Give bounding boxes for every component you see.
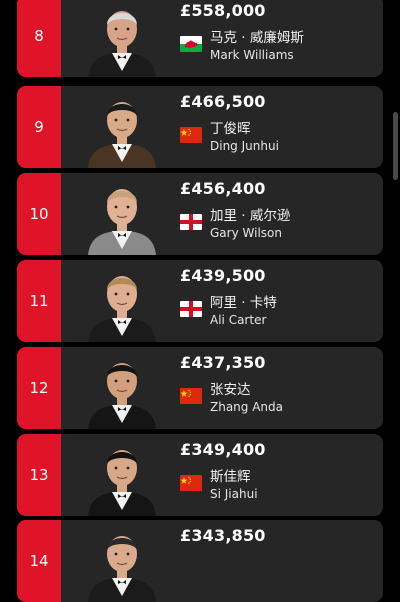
player-row[interactable]: 8 £558,000 马克 · 威廉姆斯 Mark Williams — [17, 0, 383, 77]
rank-badge: 14 — [17, 520, 61, 602]
wales-flag-icon — [180, 36, 202, 52]
player-name-chinese: 张安达 — [210, 382, 251, 398]
player-name-english: Si Jiahui — [210, 487, 258, 501]
player-row[interactable]: 9 £466,500 丁俊晖 Ding Junhui — [17, 86, 383, 168]
player-photo — [74, 86, 170, 168]
player-row[interactable]: 11 £439,500 阿里 · 卡特 Ali Carter — [17, 260, 383, 342]
player-name-english: Ding Junhui — [210, 139, 279, 153]
prize-money: £439,500 — [180, 266, 266, 285]
player-row[interactable]: 10 £456,400 加里 · 威尔逊 Gary Wilson — [17, 173, 383, 255]
player-name-english: Ali Carter — [210, 313, 267, 327]
player-name-english: Mark Williams — [210, 48, 294, 62]
player-name-chinese: 阿里 · 卡特 — [210, 295, 277, 311]
rank-badge: 13 — [17, 434, 61, 516]
player-photo — [74, 260, 170, 342]
china-flag-icon — [180, 127, 202, 143]
player-row[interactable]: 12 £437,350 张安达 Zhang Anda — [17, 347, 383, 429]
prize-money: £437,350 — [180, 353, 266, 372]
prize-money: £456,400 — [180, 179, 266, 198]
player-name-chinese: 斯佳辉 — [210, 469, 251, 485]
player-name-english: Zhang Anda — [210, 400, 284, 414]
rank-badge: 11 — [17, 260, 61, 342]
player-photo — [74, 173, 170, 255]
rank-badge: 8 — [17, 0, 61, 77]
rank-badge: 12 — [17, 347, 61, 429]
player-name-chinese: 马克 · 威廉姆斯 — [210, 30, 304, 46]
prize-money-ranking-list[interactable]: 8 £558,000 马克 · 威廉姆斯 Mark Williams 9 £466,500… — [0, 0, 400, 602]
prize-money: £466,500 — [180, 92, 266, 111]
china-flag-icon — [180, 388, 202, 404]
prize-money: £343,850 — [180, 526, 266, 545]
rank-badge: 9 — [17, 86, 61, 168]
player-photo — [74, 0, 170, 77]
player-photo — [74, 347, 170, 429]
player-row[interactable]: 14 £343,850 — [17, 520, 383, 602]
player-name-english: Gary Wilson — [210, 226, 282, 240]
rank-badge: 10 — [17, 173, 61, 255]
prize-money: £349,400 — [180, 440, 266, 459]
england-flag-icon — [180, 301, 202, 317]
china-flag-icon — [180, 475, 202, 491]
player-photo — [74, 434, 170, 516]
player-name-chinese: 加里 · 威尔逊 — [210, 208, 291, 224]
player-photo — [74, 520, 170, 602]
scrollbar[interactable] — [393, 112, 398, 180]
prize-money: £558,000 — [180, 1, 266, 20]
player-name-chinese: 丁俊晖 — [210, 121, 251, 137]
england-flag-icon — [180, 214, 202, 230]
player-row[interactable]: 13 £349,400 斯佳辉 Si Jiahui — [17, 434, 383, 516]
